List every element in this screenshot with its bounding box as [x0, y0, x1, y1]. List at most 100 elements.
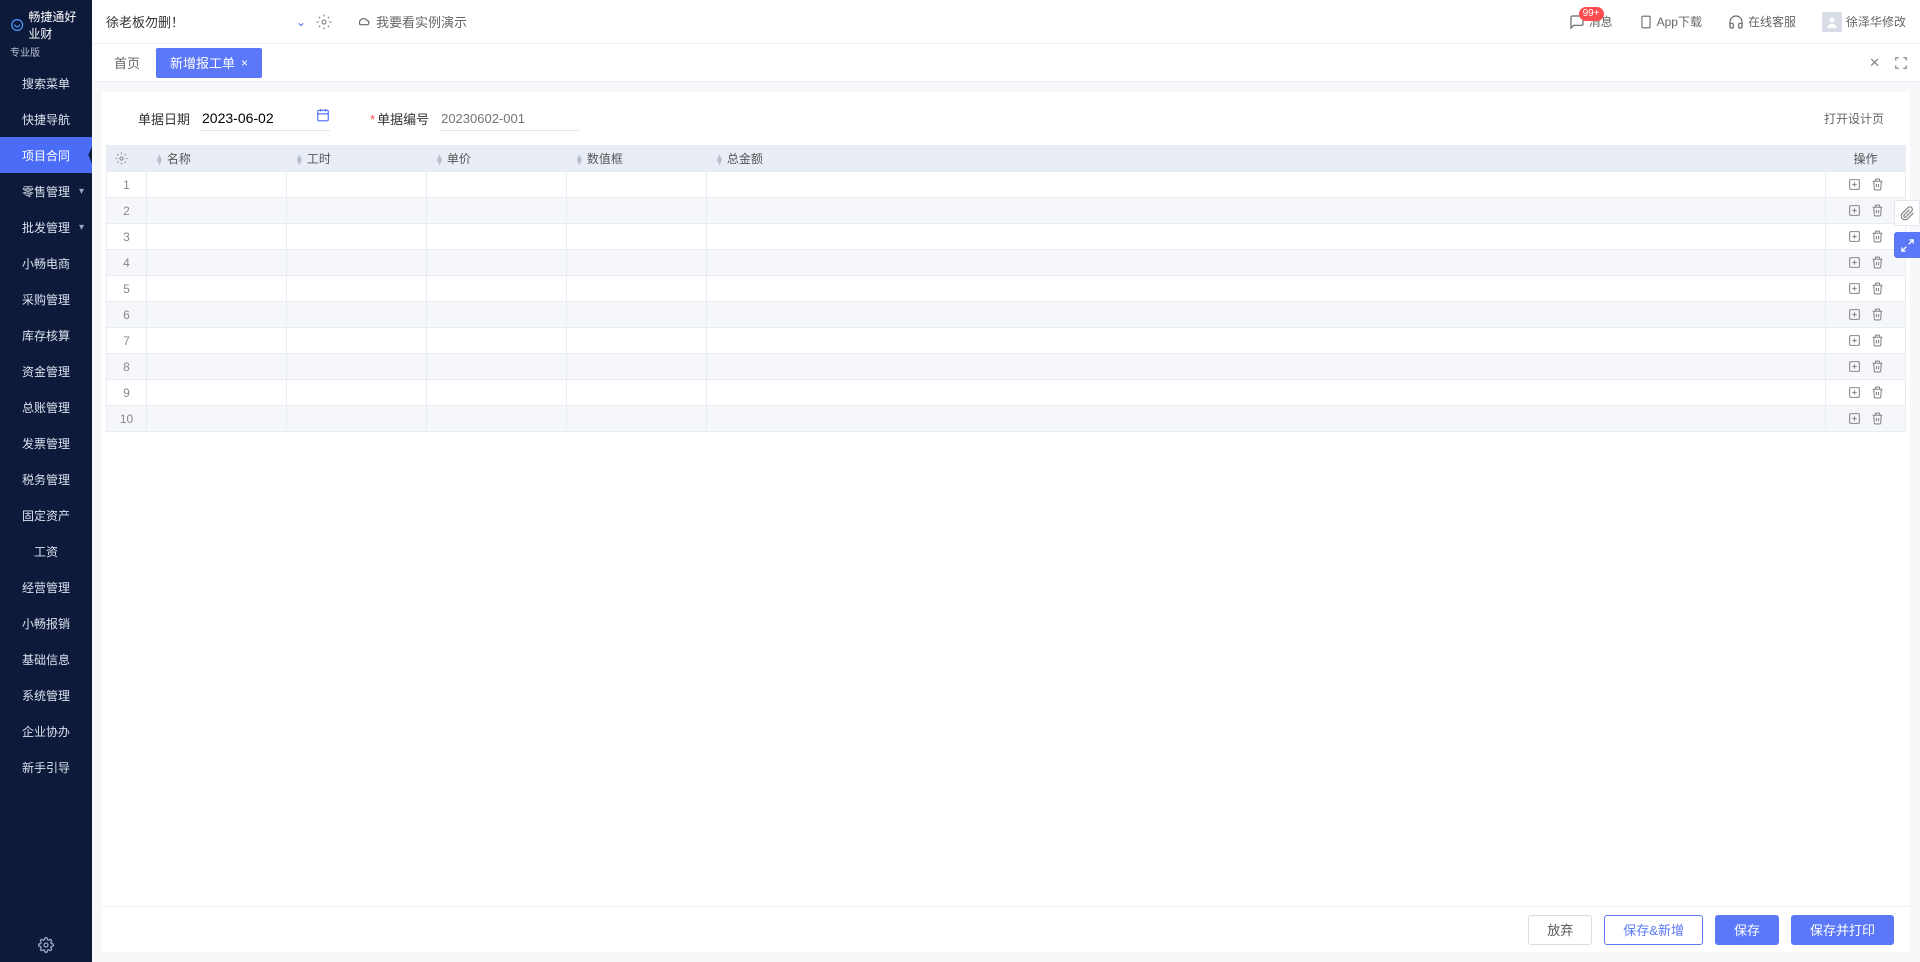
- cell-name[interactable]: [147, 276, 287, 302]
- cell-hours[interactable]: [287, 328, 427, 354]
- row-delete-button[interactable]: [1871, 412, 1884, 425]
- row-delete-button[interactable]: [1871, 256, 1884, 269]
- demo-link[interactable]: 我要看实例演示: [356, 12, 467, 31]
- nav-item-17[interactable]: 系统管理: [0, 677, 92, 713]
- cell-hours[interactable]: [287, 354, 427, 380]
- cell-price[interactable]: [427, 250, 567, 276]
- cell-num[interactable]: [567, 250, 707, 276]
- save-new-button[interactable]: 保存&新增: [1604, 915, 1703, 945]
- save-button[interactable]: 保存: [1715, 915, 1779, 945]
- row-add-button[interactable]: [1848, 256, 1861, 269]
- nav-item-7[interactable]: 库存核算: [0, 317, 92, 353]
- cell-total[interactable]: [707, 328, 1826, 354]
- table-row[interactable]: 9: [107, 380, 1906, 406]
- row-delete-button[interactable]: [1871, 230, 1884, 243]
- header-num[interactable]: ▲▼数值框: [567, 146, 707, 172]
- cell-total[interactable]: [707, 354, 1826, 380]
- cell-total[interactable]: [707, 198, 1826, 224]
- cell-num[interactable]: [567, 276, 707, 302]
- nav-item-12[interactable]: 固定资产: [0, 497, 92, 533]
- nav-item-11[interactable]: 税务管理: [0, 461, 92, 497]
- table-row[interactable]: 1: [107, 172, 1906, 198]
- cell-name[interactable]: [147, 250, 287, 276]
- tab-close-all[interactable]: ✕: [1869, 55, 1880, 71]
- cell-price[interactable]: [427, 328, 567, 354]
- header-price[interactable]: ▲▼单价: [427, 146, 567, 172]
- cell-name[interactable]: [147, 302, 287, 328]
- row-delete-button[interactable]: [1871, 178, 1884, 191]
- cell-price[interactable]: [427, 406, 567, 432]
- table-row[interactable]: 7: [107, 328, 1906, 354]
- row-add-button[interactable]: [1848, 282, 1861, 295]
- cell-price[interactable]: [427, 302, 567, 328]
- org-selector[interactable]: 徐老板勿删！ ⌄: [106, 12, 306, 31]
- row-add-button[interactable]: [1848, 308, 1861, 321]
- cell-hours[interactable]: [287, 198, 427, 224]
- nav-item-9[interactable]: 总账管理: [0, 389, 92, 425]
- cell-num[interactable]: [567, 224, 707, 250]
- row-add-button[interactable]: [1848, 334, 1861, 347]
- header-total[interactable]: ▲▼总金额: [707, 146, 1826, 172]
- table-row[interactable]: 3: [107, 224, 1906, 250]
- calendar-icon[interactable]: [316, 108, 330, 122]
- cell-total[interactable]: [707, 406, 1826, 432]
- date-input[interactable]: [200, 106, 330, 131]
- cell-name[interactable]: [147, 406, 287, 432]
- row-add-button[interactable]: [1848, 230, 1861, 243]
- cell-hours[interactable]: [287, 302, 427, 328]
- tab-1[interactable]: 新增报工单×: [156, 48, 262, 78]
- support-button[interactable]: 在线客服: [1728, 13, 1796, 30]
- row-delete-button[interactable]: [1871, 334, 1884, 347]
- cell-num[interactable]: [567, 406, 707, 432]
- cell-name[interactable]: [147, 224, 287, 250]
- sidebar-settings[interactable]: [0, 928, 92, 962]
- nav-item-4[interactable]: 批发管理▾: [0, 209, 92, 245]
- nav-item-15[interactable]: 小畅报销: [0, 605, 92, 641]
- tab-0[interactable]: 首页: [100, 48, 154, 78]
- cell-price[interactable]: [427, 172, 567, 198]
- table-row[interactable]: 2: [107, 198, 1906, 224]
- fullscreen-button[interactable]: [1894, 56, 1908, 70]
- nav-item-13[interactable]: 工资: [0, 533, 92, 569]
- save-print-button[interactable]: 保存并打印: [1791, 915, 1894, 945]
- cell-price[interactable]: [427, 354, 567, 380]
- nav-item-16[interactable]: 基础信息: [0, 641, 92, 677]
- cell-num[interactable]: [567, 354, 707, 380]
- nav-item-19[interactable]: 新手引导: [0, 749, 92, 785]
- cell-hours[interactable]: [287, 224, 427, 250]
- user-menu[interactable]: 徐泽华修改: [1822, 12, 1906, 32]
- row-add-button[interactable]: [1848, 386, 1861, 399]
- nav-item-6[interactable]: 采购管理: [0, 281, 92, 317]
- cell-price[interactable]: [427, 198, 567, 224]
- row-add-button[interactable]: [1848, 204, 1861, 217]
- table-row[interactable]: 6: [107, 302, 1906, 328]
- row-add-button[interactable]: [1848, 412, 1861, 425]
- row-add-button[interactable]: [1848, 178, 1861, 191]
- cell-hours[interactable]: [287, 406, 427, 432]
- cell-name[interactable]: [147, 172, 287, 198]
- table-row[interactable]: 10: [107, 406, 1906, 432]
- row-delete-button[interactable]: [1871, 282, 1884, 295]
- row-delete-button[interactable]: [1871, 204, 1884, 217]
- code-input[interactable]: [439, 107, 579, 131]
- row-delete-button[interactable]: [1871, 308, 1884, 321]
- header-gear[interactable]: [107, 146, 147, 172]
- nav-item-8[interactable]: 资金管理: [0, 353, 92, 389]
- org-settings-button[interactable]: [316, 14, 332, 30]
- cell-total[interactable]: [707, 224, 1826, 250]
- expand-button[interactable]: [1894, 232, 1920, 258]
- cell-num[interactable]: [567, 302, 707, 328]
- header-hours[interactable]: ▲▼工时: [287, 146, 427, 172]
- nav-item-5[interactable]: 小畅电商: [0, 245, 92, 281]
- header-name[interactable]: ▲▼名称: [147, 146, 287, 172]
- app-download-button[interactable]: App下载: [1639, 13, 1702, 30]
- discard-button[interactable]: 放弃: [1528, 915, 1592, 945]
- cell-num[interactable]: [567, 198, 707, 224]
- nav-item-0[interactable]: 搜索菜单: [0, 65, 92, 101]
- cell-name[interactable]: [147, 198, 287, 224]
- table-row[interactable]: 5: [107, 276, 1906, 302]
- cell-price[interactable]: [427, 224, 567, 250]
- open-design-link[interactable]: 打开设计页: [1824, 110, 1884, 127]
- cell-name[interactable]: [147, 380, 287, 406]
- nav-item-10[interactable]: 发票管理: [0, 425, 92, 461]
